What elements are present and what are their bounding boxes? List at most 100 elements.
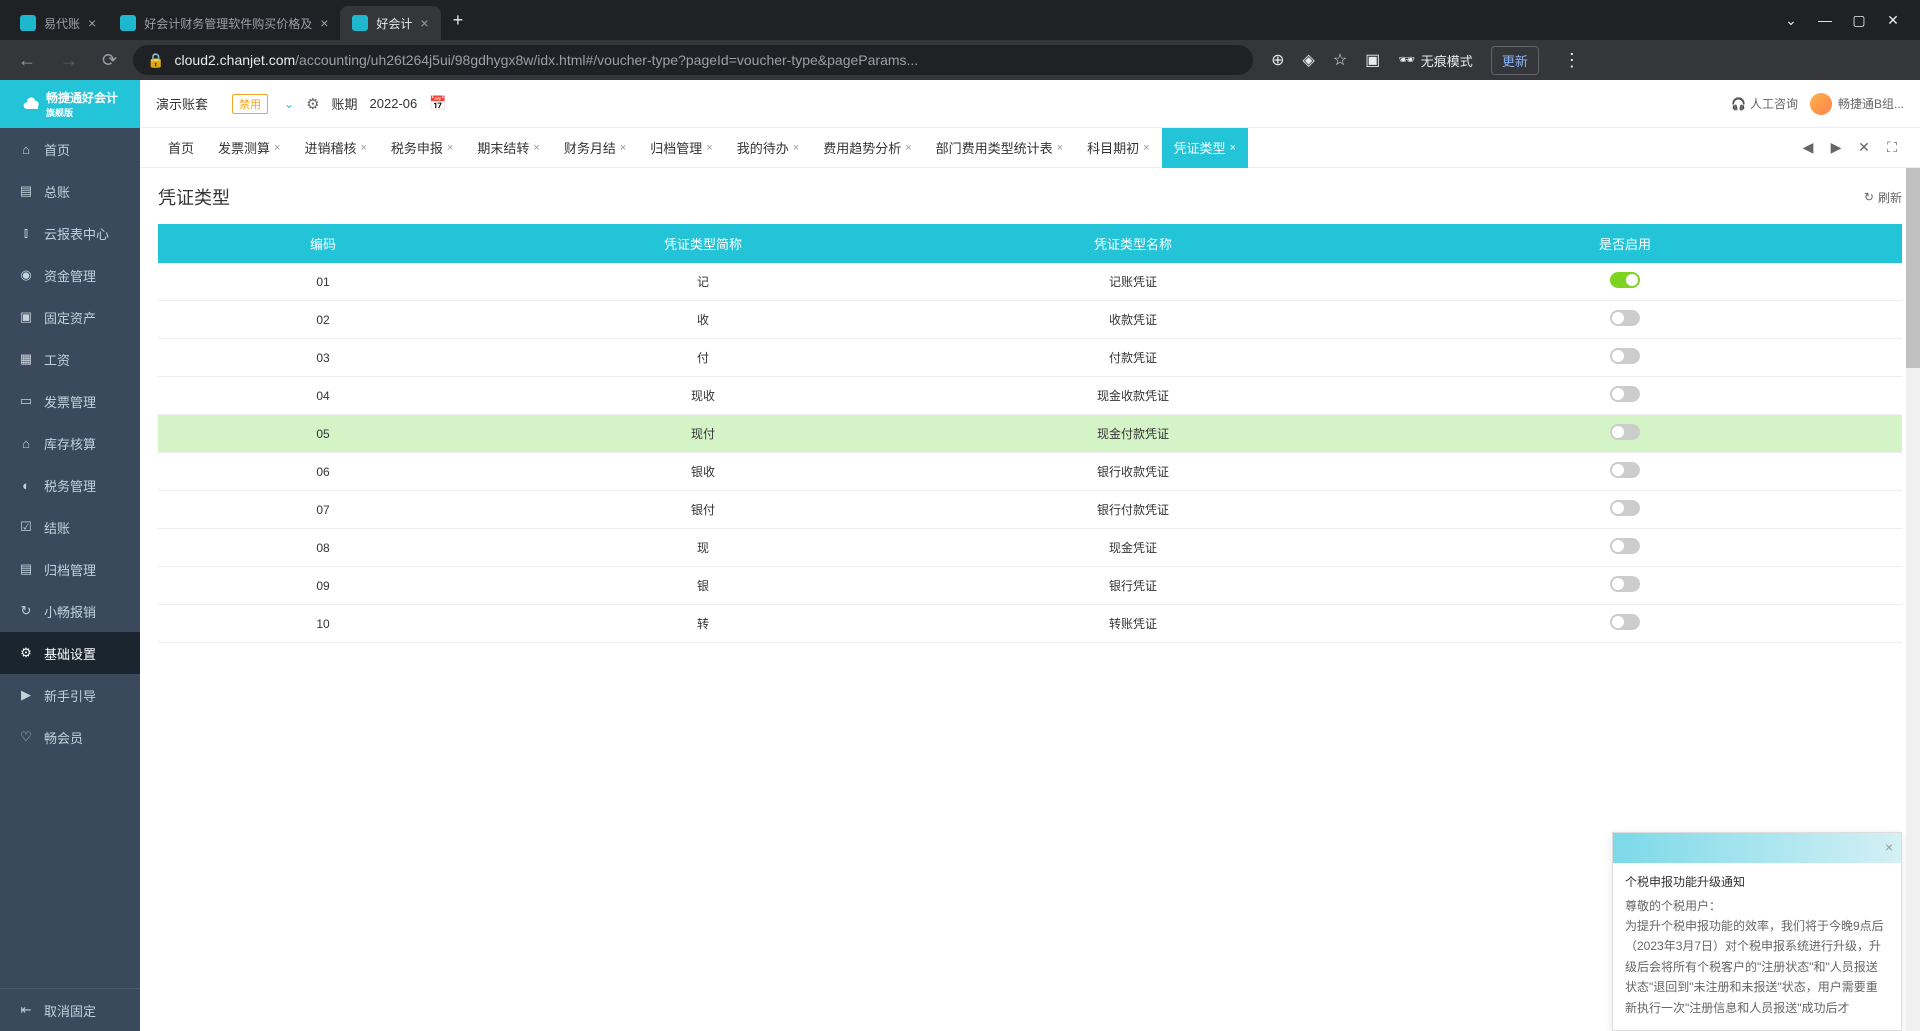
content-tab-8[interactable]: 费用趋势分析× bbox=[811, 128, 923, 168]
content-tab-6[interactable]: 归档管理× bbox=[638, 128, 724, 168]
back-button[interactable]: ← bbox=[10, 46, 44, 75]
headset-icon: 🎧 bbox=[1731, 97, 1746, 111]
tab-close-all-icon[interactable]: ✕ bbox=[1852, 136, 1876, 160]
table-row[interactable]: 10 转 转账凭证 bbox=[158, 605, 1902, 643]
tab-close-icon[interactable]: × bbox=[1057, 142, 1063, 154]
fullscreen-icon[interactable]: ⛶ bbox=[1880, 136, 1904, 160]
new-tab-button[interactable]: + bbox=[441, 10, 476, 31]
notification-close-icon[interactable]: × bbox=[1885, 839, 1893, 855]
logo[interactable]: 畅捷通好会计 旗舰版 bbox=[0, 80, 140, 128]
user-info[interactable]: 畅捷通B组... bbox=[1810, 93, 1904, 115]
sidebar-item-guide[interactable]: ▶新手引导 bbox=[0, 674, 140, 716]
minimize-icon[interactable]: — bbox=[1818, 13, 1832, 27]
sidebar-item-ledger[interactable]: ▤总账 bbox=[0, 170, 140, 212]
enable-toggle[interactable] bbox=[1610, 614, 1640, 630]
browser-tab-2[interactable]: 好会计 × bbox=[340, 6, 440, 40]
sidebar-item-closing[interactable]: ☑结账 bbox=[0, 506, 140, 548]
sidebar-item-reimburse[interactable]: ↻小畅报销 bbox=[0, 590, 140, 632]
enable-toggle[interactable] bbox=[1610, 348, 1640, 364]
tab-close-icon[interactable]: × bbox=[533, 142, 539, 154]
sidebar-item-warehouse[interactable]: ⌂库存核算 bbox=[0, 422, 140, 464]
sidebar-item-settings[interactable]: ⚙基础设置 bbox=[0, 632, 140, 674]
table-row[interactable]: 08 现 现金凭证 bbox=[158, 529, 1902, 567]
content-tab-0[interactable]: 首页 bbox=[156, 128, 206, 168]
account-dropdown-icon[interactable]: ⌄ bbox=[284, 97, 294, 111]
sidebar-item-tax[interactable]: ◐税务管理 bbox=[0, 464, 140, 506]
sidebar-item-archive[interactable]: ▤归档管理 bbox=[0, 548, 140, 590]
unpin-button[interactable]: ⇤ 取消固定 bbox=[0, 989, 140, 1031]
extension-icon[interactable]: ◈ bbox=[1303, 50, 1315, 70]
sidebar-item-salary[interactable]: ▦工资 bbox=[0, 338, 140, 380]
menu-icon[interactable]: ⋮ bbox=[1557, 50, 1587, 71]
close-icon[interactable]: ✕ bbox=[1886, 13, 1900, 27]
download-icon[interactable]: ▣ bbox=[1365, 50, 1380, 70]
enable-toggle[interactable] bbox=[1610, 424, 1640, 440]
zoom-icon[interactable]: ⊕ bbox=[1271, 50, 1284, 70]
sidebar-item-vip[interactable]: ♡畅会员 bbox=[0, 716, 140, 758]
tab-close-icon[interactable]: × bbox=[905, 142, 911, 154]
table-row[interactable]: 09 银 银行凭证 bbox=[158, 567, 1902, 605]
tab-close-icon[interactable]: × bbox=[620, 142, 626, 154]
tab-close-icon[interactable]: × bbox=[706, 142, 712, 154]
reload-button[interactable]: ⟳ bbox=[94, 46, 125, 75]
disable-badge[interactable]: 禁用 bbox=[232, 94, 268, 114]
tab-close-icon[interactable]: × bbox=[447, 142, 453, 154]
refresh-button[interactable]: ↻ 刷新 bbox=[1864, 189, 1902, 206]
chevron-down-icon[interactable]: ⌄ bbox=[1784, 13, 1798, 27]
enable-toggle[interactable] bbox=[1610, 538, 1640, 554]
enable-toggle[interactable] bbox=[1610, 500, 1640, 516]
content-tab-9[interactable]: 部门费用类型统计表× bbox=[924, 128, 1075, 168]
bookmark-icon[interactable]: ☆ bbox=[1333, 50, 1347, 70]
enable-toggle[interactable] bbox=[1610, 386, 1640, 402]
tab-close-icon[interactable]: × bbox=[320, 15, 328, 31]
content-tab-10[interactable]: 科目期初× bbox=[1075, 128, 1161, 168]
tab-close-icon[interactable]: × bbox=[420, 15, 428, 31]
content-tab-3[interactable]: 税务申报× bbox=[379, 128, 465, 168]
tab-title: 好会计财务管理软件购买价格及 bbox=[144, 15, 312, 32]
table-row[interactable]: 03 付 付款凭证 bbox=[158, 339, 1902, 377]
content-tab-4[interactable]: 期末结转× bbox=[465, 128, 551, 168]
tab-close-icon[interactable]: × bbox=[88, 15, 96, 31]
enable-toggle[interactable] bbox=[1610, 462, 1640, 478]
tab-close-icon[interactable]: × bbox=[360, 142, 366, 154]
sidebar-item-home[interactable]: ⌂首页 bbox=[0, 128, 140, 170]
calendar-icon[interactable]: 📅 bbox=[429, 95, 446, 112]
scrollbar-thumb[interactable] bbox=[1906, 168, 1920, 368]
period-value[interactable]: 2022-06 bbox=[370, 96, 418, 111]
table-row[interactable]: 06 银收 银行收款凭证 bbox=[158, 453, 1902, 491]
enable-toggle[interactable] bbox=[1610, 310, 1640, 326]
content-tab-7[interactable]: 我的待办× bbox=[725, 128, 811, 168]
content-tab-1[interactable]: 发票测算× bbox=[206, 128, 292, 168]
sidebar-item-invoice[interactable]: ▭发票管理 bbox=[0, 380, 140, 422]
tab-close-icon[interactable]: × bbox=[274, 142, 280, 154]
content-tab-2[interactable]: 进销稽核× bbox=[292, 128, 378, 168]
tab-next-icon[interactable]: ▶ bbox=[1824, 136, 1848, 160]
url-host: cloud2.chanjet.com bbox=[175, 52, 296, 68]
update-button[interactable]: 更新 bbox=[1491, 46, 1539, 75]
sidebar-item-asset[interactable]: ▣固定资产 bbox=[0, 296, 140, 338]
tab-close-icon[interactable]: × bbox=[1143, 142, 1149, 154]
tab-close-icon[interactable]: × bbox=[1230, 142, 1236, 154]
sidebar-item-fund[interactable]: ◉资金管理 bbox=[0, 254, 140, 296]
table-row[interactable]: 04 现收 现金收款凭证 bbox=[158, 377, 1902, 415]
sidebar-item-report[interactable]: ⫾云报表中心 bbox=[0, 212, 140, 254]
consult-button[interactable]: 🎧 人工咨询 bbox=[1731, 95, 1798, 112]
tab-close-icon[interactable]: × bbox=[793, 142, 799, 154]
table-row[interactable]: 01 记 记账凭证 bbox=[158, 263, 1902, 301]
tab-prev-icon[interactable]: ◀ bbox=[1796, 136, 1820, 160]
enable-toggle[interactable] bbox=[1610, 576, 1640, 592]
browser-tab-1[interactable]: 好会计财务管理软件购买价格及 × bbox=[108, 6, 340, 40]
gear-icon[interactable]: ⚙ bbox=[306, 95, 319, 113]
content-tab-11[interactable]: 凭证类型× bbox=[1162, 128, 1248, 168]
maximize-icon[interactable]: ▢ bbox=[1852, 13, 1866, 27]
browser-tab-0[interactable]: 易代账 × bbox=[8, 6, 108, 40]
vertical-scrollbar[interactable] bbox=[1906, 168, 1920, 1031]
enable-toggle[interactable] bbox=[1610, 272, 1640, 288]
table-row[interactable]: 07 银付 银行付款凭证 bbox=[158, 491, 1902, 529]
forward-button[interactable]: → bbox=[52, 46, 86, 75]
table-row[interactable]: 02 收 收款凭证 bbox=[158, 301, 1902, 339]
table-row[interactable]: 05 现付 现金付款凭证 bbox=[158, 415, 1902, 453]
cell-enable bbox=[1348, 567, 1902, 605]
content-tab-5[interactable]: 财务月结× bbox=[552, 128, 638, 168]
url-input[interactable]: 🔒 cloud2.chanjet.com/accounting/uh26t264… bbox=[133, 45, 1253, 75]
